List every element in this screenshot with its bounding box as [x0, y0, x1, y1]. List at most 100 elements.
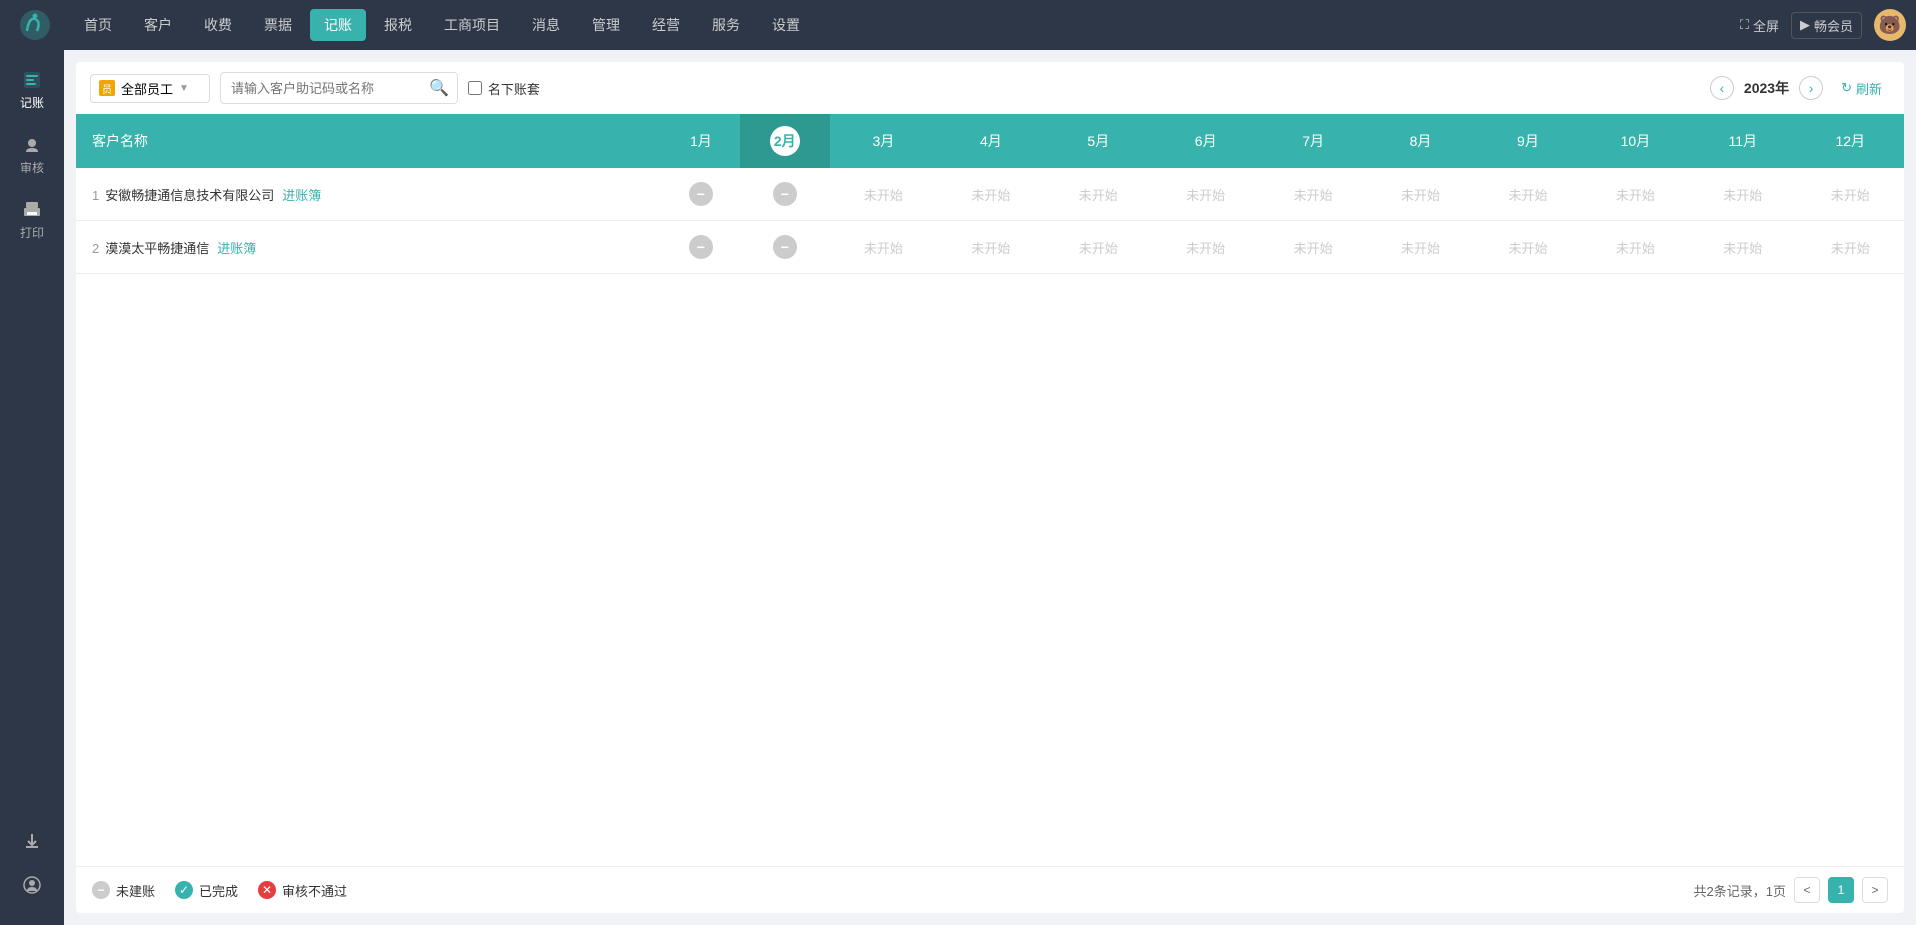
not-started-text: 未开始: [1616, 241, 1655, 256]
cell-month-1-1[interactable]: −: [740, 221, 830, 274]
profile-icon: [22, 875, 42, 895]
nav-operation[interactable]: 经营: [638, 9, 694, 41]
legend-icon-grey: −: [92, 881, 110, 899]
cell-month-0-8: 未开始: [1474, 168, 1581, 221]
search-input[interactable]: [221, 76, 421, 101]
nav-tax[interactable]: 报税: [370, 9, 426, 41]
not-started-text: 未开始: [1508, 188, 1547, 203]
refresh-label: 刷新: [1856, 79, 1882, 98]
sidebar-item-profile[interactable]: [4, 865, 60, 905]
enter-link[interactable]: 进账簿: [217, 241, 256, 256]
vip-button[interactable]: ▶ 畅会员: [1791, 12, 1862, 39]
company-name: 漠漠太平畅捷通信: [105, 241, 209, 256]
not-started-text: 未开始: [971, 188, 1010, 203]
cell-month-1-11: 未开始: [1797, 221, 1905, 274]
nav-invoice[interactable]: 票据: [250, 9, 306, 41]
year-prev-button[interactable]: ‹: [1710, 76, 1734, 100]
nav-settings[interactable]: 设置: [758, 9, 814, 41]
refresh-icon: ↻: [1841, 80, 1852, 96]
legend-label-completed: 已完成: [199, 881, 238, 900]
nav-home[interactable]: 首页: [70, 9, 126, 41]
fullscreen-label: 全屏: [1753, 16, 1779, 35]
cell-month-0-1[interactable]: −: [740, 168, 830, 221]
table-row: 1安徽畅捷通信息技术有限公司进账簿−−未开始未开始未开始未开始未开始未开始未开始…: [76, 168, 1904, 221]
employee-select[interactable]: 员 全部员工 ▼: [90, 74, 210, 103]
col-header-dec: 12月: [1797, 114, 1905, 168]
col-header-jul: 7月: [1259, 114, 1366, 168]
col-header-sep: 9月: [1474, 114, 1581, 168]
row-num: 1: [92, 188, 99, 203]
footer: − 未建账 ✓ 已完成 ✕ 审核不通过 共2条记录，1页 < 1 >: [76, 866, 1904, 913]
main-layout: 记账 审核 打印: [0, 50, 1916, 925]
left-sidebar: 记账 审核 打印: [0, 50, 64, 925]
legend-label-not-built: 未建账: [116, 881, 155, 900]
not-started-text: 未开始: [1401, 188, 1440, 203]
not-started-text: 未开始: [1079, 188, 1118, 203]
legend-rejected: ✕ 审核不通过: [258, 881, 347, 900]
right-actions: ⛶ 全屏 ▶ 畅会员 🐻: [1740, 9, 1906, 41]
col-header-nov: 11月: [1689, 114, 1796, 168]
cell-month-0-10: 未开始: [1689, 168, 1796, 221]
cell-month-1-8: 未开始: [1474, 221, 1581, 274]
cell-month-0-6: 未开始: [1259, 168, 1366, 221]
avatar[interactable]: 🐻: [1874, 9, 1906, 41]
sidebar-bottom: [4, 821, 60, 925]
fullscreen-icon: ⛶: [1740, 17, 1749, 33]
fullscreen-button[interactable]: ⛶ 全屏: [1740, 16, 1779, 35]
cell-month-0-5: 未开始: [1152, 168, 1259, 221]
cell-month-1-2: 未开始: [830, 221, 937, 274]
table-body: 1安徽畅捷通信息技术有限公司进账簿−−未开始未开始未开始未开始未开始未开始未开始…: [76, 168, 1904, 274]
enter-link[interactable]: 进账簿: [282, 188, 321, 203]
nav-business[interactable]: 工商项目: [430, 9, 514, 41]
cell-month-0-3: 未开始: [937, 168, 1044, 221]
nav-message[interactable]: 消息: [518, 9, 574, 41]
table-header-row: 客户名称 1月 2月 3月 4月: [76, 114, 1904, 168]
checkbox-label[interactable]: 名下账套: [468, 79, 540, 98]
col-header-mar: 3月: [830, 114, 937, 168]
employee-icon: 员: [99, 80, 115, 96]
legend-icon-teal: ✓: [175, 881, 193, 899]
cell-month-1-10: 未开始: [1689, 221, 1796, 274]
year-nav: ‹ 2023年 ›: [1710, 76, 1823, 100]
page-next-button[interactable]: >: [1862, 877, 1888, 903]
sidebar-item-download[interactable]: [4, 821, 60, 861]
not-started-text: 未开始: [971, 241, 1010, 256]
status-dash-icon: −: [773, 182, 797, 206]
legend-completed: ✓ 已完成: [175, 881, 238, 900]
status-dash-icon: −: [689, 182, 713, 206]
search-button[interactable]: 🔍: [421, 73, 457, 103]
row-num: 2: [92, 241, 99, 256]
year-next-button[interactable]: ›: [1799, 76, 1823, 100]
sidebar-label-accounting: 记账: [20, 94, 44, 111]
not-started-text: 未开始: [1401, 241, 1440, 256]
app-logo[interactable]: [10, 9, 60, 41]
content-area: 员 全部员工 ▼ 🔍 名下账套 ‹ 2023年 › ↻ 刷新: [64, 50, 1916, 925]
nav-manage[interactable]: 管理: [578, 9, 634, 41]
checkbox-input[interactable]: [468, 81, 482, 95]
page-1-button[interactable]: 1: [1828, 877, 1854, 903]
toolbar: 员 全部员工 ▼ 🔍 名下账套 ‹ 2023年 › ↻ 刷新: [76, 62, 1904, 114]
nav-fee[interactable]: 收费: [190, 9, 246, 41]
employee-label: 全部员工: [121, 79, 173, 98]
cell-month-1-0[interactable]: −: [662, 221, 740, 274]
nav-accounting[interactable]: 记账: [310, 9, 366, 41]
not-started-text: 未开始: [1508, 241, 1547, 256]
page-prev-button[interactable]: <: [1794, 877, 1820, 903]
top-navigation: 首页 客户 收费 票据 记账 报税 工商项目 消息 管理 经营 服务 设置 ⛶ …: [0, 0, 1916, 50]
nav-service[interactable]: 服务: [698, 9, 754, 41]
sidebar-item-audit[interactable]: 审核: [4, 125, 60, 186]
cell-month-1-3: 未开始: [937, 221, 1044, 274]
nav-customer[interactable]: 客户: [130, 9, 186, 41]
sidebar-item-print[interactable]: 打印: [4, 190, 60, 251]
cell-month-1-6: 未开始: [1259, 221, 1366, 274]
sidebar-item-accounting[interactable]: 记账: [4, 60, 60, 121]
table-row: 2漠漠太平畅捷通信进账簿−−未开始未开始未开始未开始未开始未开始未开始未开始未开…: [76, 221, 1904, 274]
status-dash-icon: −: [773, 235, 797, 259]
cell-month-1-5: 未开始: [1152, 221, 1259, 274]
refresh-button[interactable]: ↻ 刷新: [1833, 75, 1890, 102]
cell-month-0-0[interactable]: −: [662, 168, 740, 221]
year-text: 2023年: [1744, 78, 1789, 98]
legend-icon-red: ✕: [258, 881, 276, 899]
legend-not-built: − 未建账: [92, 881, 155, 900]
not-started-text: 未开始: [1831, 241, 1870, 256]
